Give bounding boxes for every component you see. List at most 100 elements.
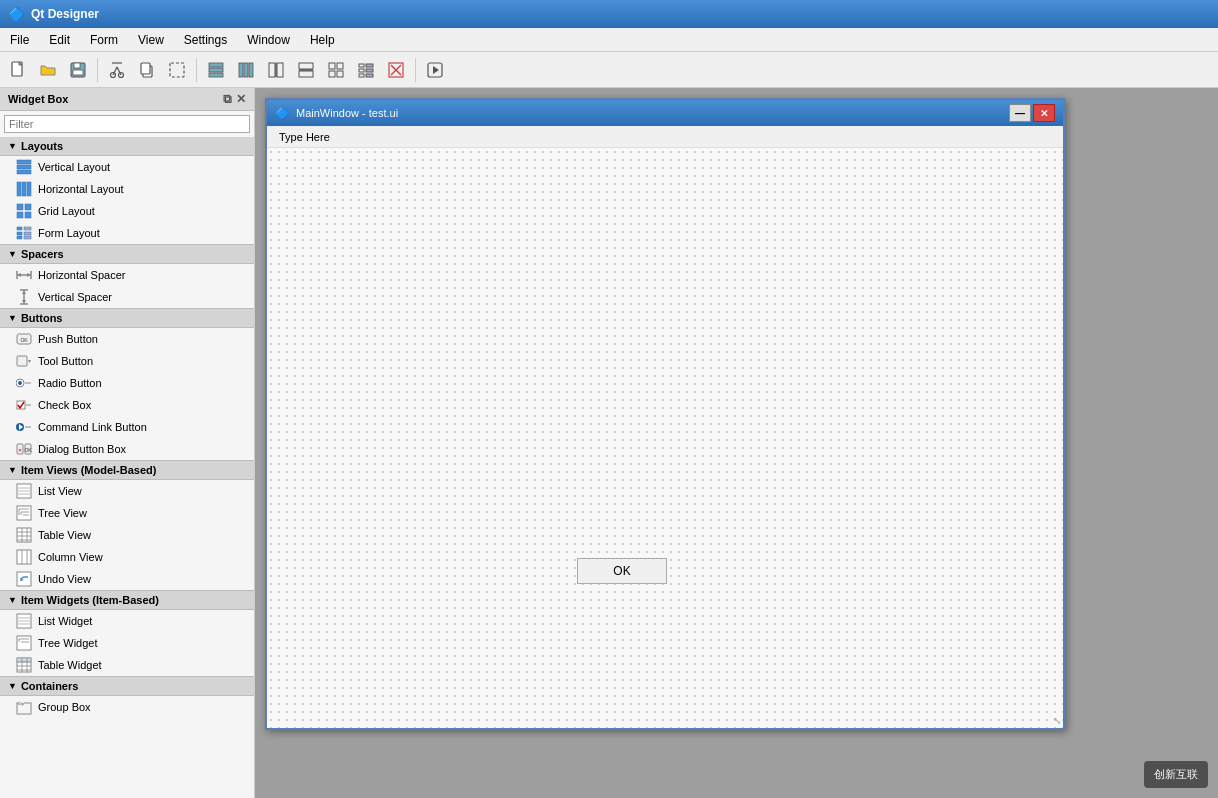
widget-table-view[interactable]: Table View [0,524,254,546]
svg-marker-38 [433,66,439,74]
category-spacers[interactable]: ▼ Spacers [0,244,254,264]
widget-check-box[interactable]: Check Box [0,394,254,416]
widget-list-widget[interactable]: List Widget [0,610,254,632]
category-item-views-label: Item Views (Model-Based) [21,464,157,476]
widget-undo-view[interactable]: Undo View [0,568,254,590]
toolbar-save-btn[interactable] [64,56,92,84]
widget-tree-view[interactable]: Tree View [0,502,254,524]
toolbar-copy-btn[interactable] [133,56,161,84]
category-item-widgets[interactable]: ▼ Item Widgets (Item-Based) [0,590,254,610]
menu-form[interactable]: Form [80,28,128,51]
category-spacers-label: Spacers [21,248,64,260]
app-title-bar: 🔷 Qt Designer [0,0,1218,28]
category-buttons[interactable]: ▼ Buttons [0,308,254,328]
design-area: 🔷 MainWindow - test.ui — ✕ Type Here OK … [255,88,1218,798]
widget-form-layout[interactable]: Form Layout [0,222,254,244]
widget-push-button[interactable]: OK Push Button [0,328,254,350]
category-item-views-arrow: ▼ [8,465,17,475]
widget-vertical-spacer[interactable]: Vertical Spacer [0,286,254,308]
svg-rect-30 [359,69,364,72]
category-containers[interactable]: ▼ Containers [0,676,254,696]
column-view-label: Column View [38,551,103,563]
widget-group-box[interactable]: Grp Group Box [0,696,254,718]
undo-view-icon [16,571,32,587]
tool-button-label: Tool Button [38,355,93,367]
widget-tool-button[interactable]: Tool Button [0,350,254,372]
qt-window-icon: 🔷 [275,106,290,120]
toolbar-layout-split-v-btn[interactable] [292,56,320,84]
menu-file[interactable]: File [0,28,39,51]
table-view-label: Table View [38,529,91,541]
tree-view-icon [16,505,32,521]
vertical-spacer-label: Vertical Spacer [38,291,112,303]
category-buttons-arrow: ▼ [8,313,17,323]
toolbar-layout-h-btn[interactable] [232,56,260,84]
toolbar-select-btn[interactable] [163,56,191,84]
widget-command-link-button[interactable]: Command Link Button [0,416,254,438]
toolbar-layout-form-btn[interactable] [352,56,380,84]
form-layout-icon [16,225,32,241]
qt-window-close-btn[interactable]: ✕ [1033,104,1055,122]
filter-input[interactable] [4,115,250,133]
svg-rect-45 [17,204,23,210]
menu-view[interactable]: View [128,28,174,51]
qt-window-minimize-btn[interactable]: — [1009,104,1031,122]
widget-horizontal-layout[interactable]: Horizontal Layout [0,178,254,200]
widget-list-view[interactable]: List View [0,480,254,502]
svg-rect-25 [337,63,343,69]
category-containers-label: Containers [21,680,78,692]
svg-rect-48 [25,212,31,218]
ok-button[interactable]: OK [577,558,667,584]
category-layouts[interactable]: ▼ Layouts [0,137,254,156]
widget-grid-layout[interactable]: Grid Layout [0,200,254,222]
radio-button-label: Radio Button [38,377,102,389]
toolbar-cut-btn[interactable] [103,56,131,84]
horizontal-spacer-label: Horizontal Spacer [38,269,125,281]
widget-radio-button[interactable]: Radio Button [0,372,254,394]
widget-box-close-btn[interactable]: ✕ [236,92,246,106]
widget-tree-widget[interactable]: Tree Widget [0,632,254,654]
toolbar [0,52,1218,88]
svg-rect-43 [22,182,26,196]
horizontal-spacer-icon [16,267,32,283]
category-item-widgets-label: Item Widgets (Item-Based) [21,594,159,606]
widget-horizontal-spacer[interactable]: Horizontal Spacer [0,264,254,286]
svg-rect-10 [141,63,150,74]
menu-help[interactable]: Help [300,28,345,51]
category-spacers-arrow: ▼ [8,249,17,259]
toolbar-preview-btn[interactable] [421,56,449,84]
category-item-widgets-arrow: ▼ [8,595,17,605]
toolbar-open-btn[interactable] [34,56,62,84]
menu-window[interactable]: Window [237,28,300,51]
toolbar-layout-split-h-btn[interactable] [262,56,290,84]
toolbar-sep-2 [196,58,197,82]
qt-window-menu: Type Here [267,126,1063,148]
svg-point-70 [18,381,22,385]
group-box-label: Group Box [38,701,91,713]
category-item-views[interactable]: ▼ Item Views (Model-Based) [0,460,254,480]
svg-rect-54 [24,236,31,239]
horizontal-layout-icon [16,181,32,197]
watermark: 创新互联 [1144,761,1208,788]
widget-list: ▼ Layouts Vertical Layout Horizontal Lay… [0,137,254,798]
toolbar-new-btn[interactable] [4,56,32,84]
svg-rect-97 [17,550,31,564]
widget-box-float-btn[interactable]: ⧉ [223,92,232,106]
form-layout-label: Form Layout [38,227,100,239]
resize-handle[interactable]: ⤡ [1053,715,1061,726]
widget-dialog-button-box[interactable]: ✕OK Dialog Button Box [0,438,254,460]
svg-marker-68 [28,360,31,363]
widget-table-widget[interactable]: Table Widget [0,654,254,676]
toolbar-layout-grid-btn[interactable] [322,56,350,84]
toolbar-layout-v-btn[interactable] [202,56,230,84]
menu-edit[interactable]: Edit [39,28,80,51]
toolbar-break-layout-btn[interactable] [382,56,410,84]
qt-window-menu-type-here[interactable]: Type Here [271,129,338,145]
svg-rect-40 [17,165,31,169]
widget-vertical-layout[interactable]: Vertical Layout [0,156,254,178]
menu-settings[interactable]: Settings [174,28,237,51]
check-box-label: Check Box [38,399,91,411]
vertical-layout-label: Vertical Layout [38,161,110,173]
widget-column-view[interactable]: Column View [0,546,254,568]
widget-box: Widget Box ⧉ ✕ ▼ Layouts Vertical Layout [0,88,255,798]
